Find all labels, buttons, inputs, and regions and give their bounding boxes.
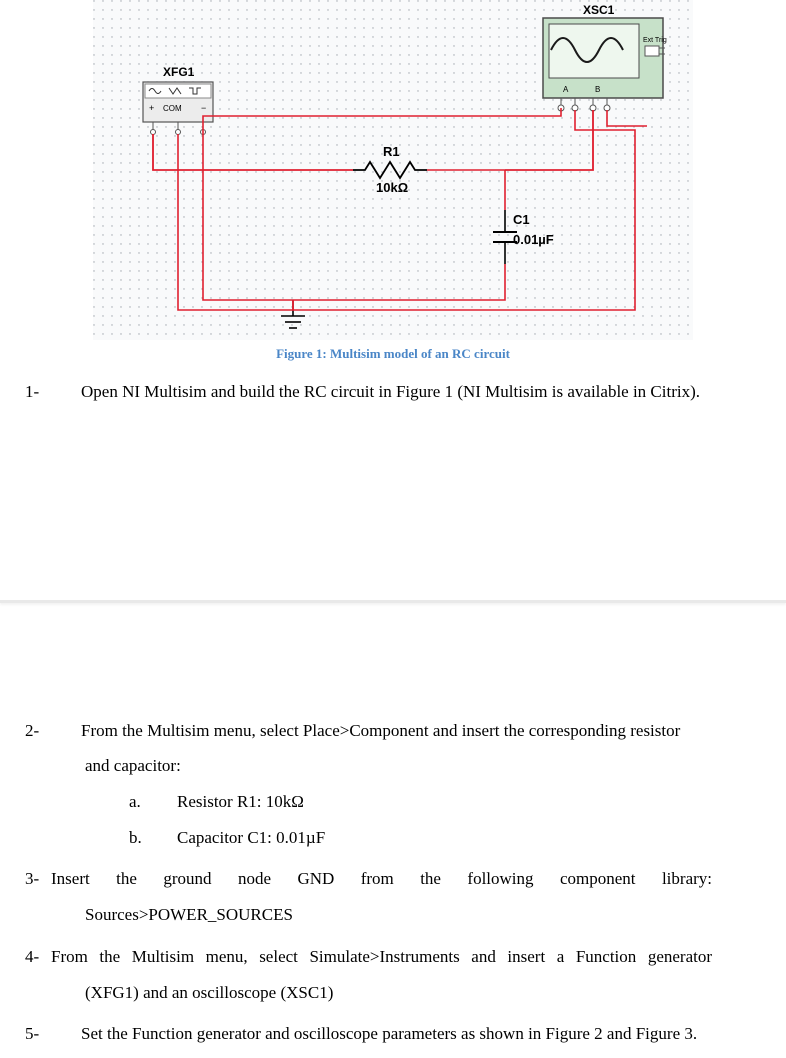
step-2b-text: Capacitor C1: 0.01µF: [177, 828, 325, 847]
step-2-line1: From the Multisim menu, select Place>Com…: [81, 721, 680, 740]
xfg-label: XFG1: [163, 65, 195, 79]
step-2a-text: Resistor R1: 10kΩ: [177, 792, 304, 811]
step-4-line1: From the Multisim menu, select Simulate>…: [81, 939, 712, 975]
c1-value: 0.01µF: [513, 232, 554, 247]
svg-text:−: −: [201, 103, 206, 113]
step-2-line2: and capacitor:: [85, 756, 181, 775]
r1-value: 10kΩ: [376, 180, 408, 195]
step-2a: a.Resistor R1: 10kΩ: [155, 784, 746, 820]
circuit-figure: XFG1 COM + − XSC1 Ext Trig: [93, 0, 693, 340]
figure-caption: Figure 1: Multisim model of an RC circui…: [0, 346, 786, 362]
svg-text:+: +: [149, 103, 154, 113]
r1-label: R1: [383, 144, 400, 159]
step-1: 1-Open NI Multisim and build the RC circ…: [55, 374, 746, 410]
step-5-text: Set the Function generator and oscillosc…: [81, 1024, 697, 1043]
step-5: 5-Set the Function generator and oscillo…: [55, 1016, 746, 1052]
circuit-svg: XFG1 COM + − XSC1 Ext Trig: [93, 0, 693, 340]
scope-a-label: A: [563, 85, 569, 94]
page-break-shadow: [0, 420, 786, 603]
step-4-line2: (XFG1) and an oscilloscope (XSC1): [85, 983, 333, 1002]
xsc-label: XSC1: [583, 3, 615, 17]
scope-b-label: B: [595, 85, 600, 94]
c1-label: C1: [513, 212, 530, 227]
step-3: 3-Insert the ground node GND from the fo…: [55, 861, 746, 932]
step-3-line1: Insert the ground node GND from the foll…: [81, 861, 712, 897]
step-3-line2: Sources>POWER_SOURCES: [85, 905, 293, 924]
ext-trig-label: Ext Trig: [643, 37, 667, 44]
step-1-text: Open NI Multisim and build the RC circui…: [81, 382, 700, 401]
step-4: 4-From the Multisim menu, select Simulat…: [55, 939, 746, 1010]
step-2b: b.Capacitor C1: 0.01µF: [155, 820, 746, 856]
step-2: 2-From the Multisim menu, select Place>C…: [55, 713, 746, 856]
xfg-com: COM: [163, 104, 182, 113]
